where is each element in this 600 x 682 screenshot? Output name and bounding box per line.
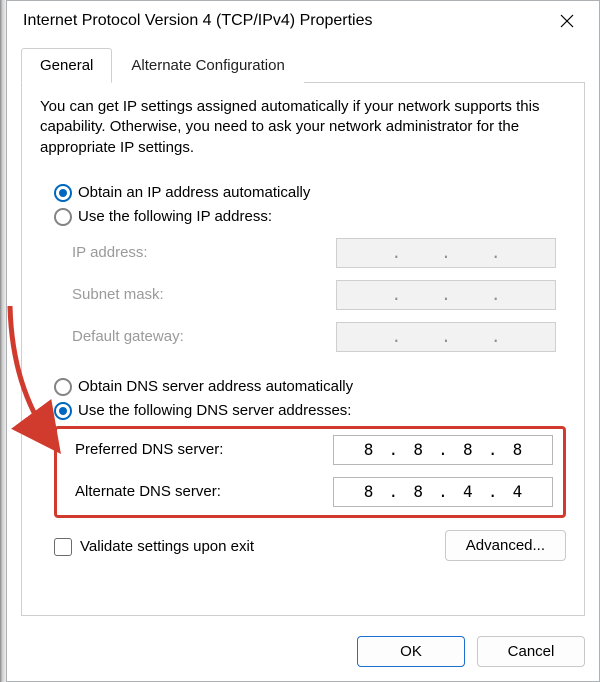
tab-alternate[interactable]: Alternate Configuration [112,48,303,83]
window-title: Internet Protocol Version 4 (TCP/IPv4) P… [23,12,547,30]
close-icon [560,14,574,28]
preferred-dns-input[interactable]: 8. 8. 8. 8 [333,435,553,465]
description-text: You can get IP settings assigned automat… [40,97,566,158]
content-area: General Alternate Configuration You can … [7,41,599,626]
default-gateway-label: Default gateway: [72,328,336,345]
dialog-footer: OK Cancel [7,626,599,681]
dns-group: Obtain DNS server address automatically … [40,372,566,518]
ip-group: Obtain an IP address automatically Use t… [40,178,566,358]
alternate-dns-input[interactable]: 8. 8. 4. 4 [333,477,553,507]
ok-button-label: OK [400,643,422,660]
ip-auto-radio-label: Obtain an IP address automatically [78,184,310,201]
advanced-row: Advanced... [40,530,566,561]
oct: 8 [404,440,432,459]
ip-manual-radio-label: Use the following IP address: [78,208,272,225]
ip-fields: IP address: ... Subnet mask: ... Default… [54,232,566,358]
alternate-dns-label: Alternate DNS server: [75,483,333,500]
oct: 8 [355,482,383,501]
radio-icon [54,378,72,396]
oct: 4 [503,482,531,501]
dns-manual-radio-label: Use the following DNS server addresses: [78,402,351,419]
tab-general[interactable]: General [21,48,112,83]
tab-strip: General Alternate Configuration [21,47,585,83]
dns-manual-radio-row[interactable]: Use the following DNS server addresses: [54,402,566,420]
ip-auto-radio-row[interactable]: Obtain an IP address automatically [54,184,566,202]
cancel-button[interactable]: Cancel [477,636,585,667]
cancel-button-label: Cancel [508,643,555,660]
dns-fields-highlight: Preferred DNS server: 8. 8. 8. 8 Alterna… [54,426,566,518]
ip-manual-radio-row[interactable]: Use the following IP address: [54,208,566,226]
radio-icon [54,208,72,226]
dialog-window: Internet Protocol Version 4 (TCP/IPv4) P… [6,0,600,682]
ip-address-label: IP address: [72,244,336,261]
radio-icon [54,402,72,420]
tab-panel-general: You can get IP settings assigned automat… [21,83,585,616]
titlebar: Internet Protocol Version 4 (TCP/IPv4) P… [7,1,599,41]
subnet-mask-input: ... [336,280,556,310]
ip-address-input: ... [336,238,556,268]
ok-button[interactable]: OK [357,636,465,667]
tab-general-label: General [40,57,93,74]
default-gateway-input: ... [336,322,556,352]
oct: 8 [454,440,482,459]
oct: 4 [454,482,482,501]
oct: 8 [503,440,531,459]
close-button[interactable] [547,1,587,41]
advanced-button-label: Advanced... [466,537,545,554]
dns-auto-radio-label: Obtain DNS server address automatically [78,378,353,395]
tab-alternate-label: Alternate Configuration [131,57,284,74]
preferred-dns-label: Preferred DNS server: [75,441,333,458]
subnet-mask-label: Subnet mask: [72,286,336,303]
oct: 8 [355,440,383,459]
oct: 8 [404,482,432,501]
dns-auto-radio-row[interactable]: Obtain DNS server address automatically [54,378,566,396]
advanced-button[interactable]: Advanced... [445,530,566,561]
radio-icon [54,184,72,202]
